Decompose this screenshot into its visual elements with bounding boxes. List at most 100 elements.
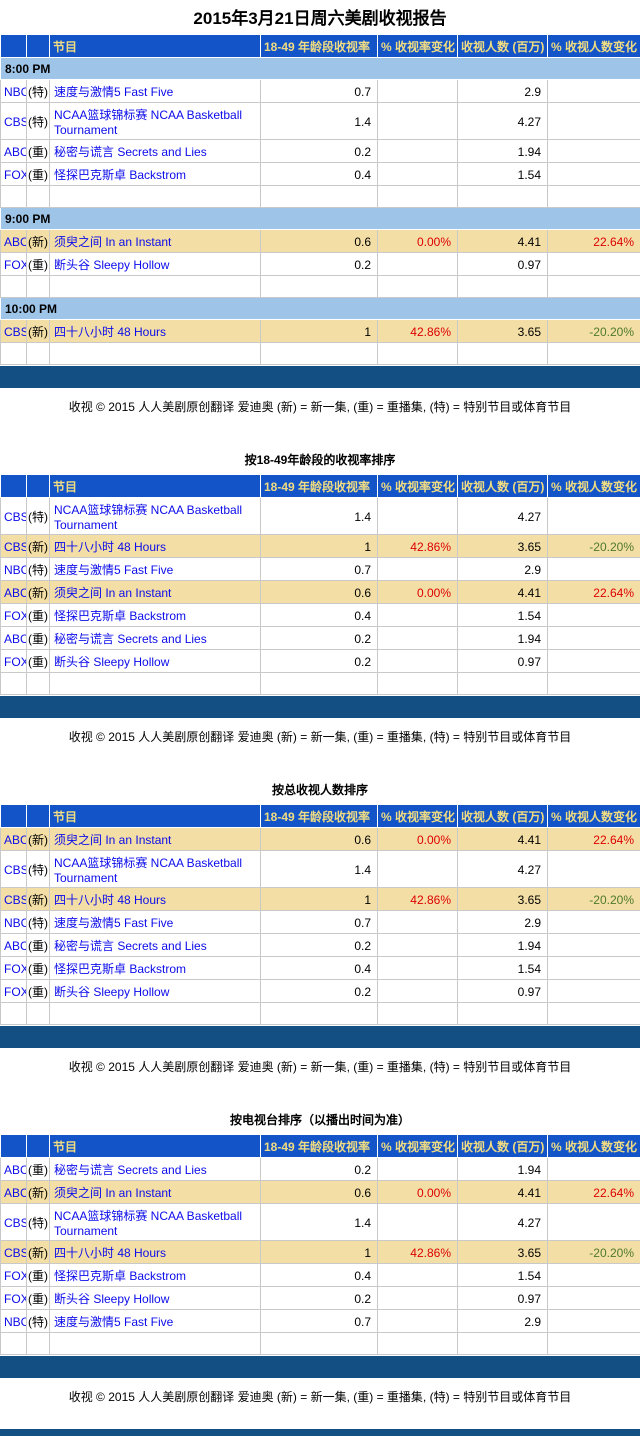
- viewers-change-cell: [548, 558, 640, 581]
- table-row: FOX(重)断头谷 Sleepy Hollow0.20.97: [1, 650, 640, 673]
- rating-cell: 0.4: [261, 1264, 378, 1287]
- rating-cell: 0.7: [261, 558, 378, 581]
- table-row: ABC(重)秘密与谎言 Secrets and Lies0.21.94: [1, 1158, 640, 1181]
- program-link[interactable]: 断头谷 Sleepy Hollow: [50, 1287, 261, 1310]
- rating-cell: 0.2: [261, 934, 378, 957]
- ratings-table-by-rating: 节目18-49 年龄段收视率% 收视率变化收视人数 (百万)% 收视人数变化CB…: [0, 474, 640, 695]
- viewers-change-cell: [548, 1310, 640, 1333]
- column-header-3: 18-49 年龄段收视率: [261, 475, 378, 498]
- viewers-change-cell: -20.20%: [548, 1241, 640, 1264]
- viewers-cell: 4.27: [458, 498, 548, 535]
- program-link[interactable]: 断头谷 Sleepy Hollow: [50, 253, 261, 276]
- table-row: NBC(特)速度与激情5 Fast Five0.72.9: [1, 1310, 640, 1333]
- program-link[interactable]: 须臾之间 In an Instant: [50, 581, 261, 604]
- network-cell: CBS: [1, 851, 27, 888]
- flag-cell: (重): [27, 1264, 50, 1287]
- rating-change-cell: [378, 1204, 458, 1241]
- program-link[interactable]: 秘密与谎言 Secrets and Lies: [50, 934, 261, 957]
- network-cell: ABC: [1, 1158, 27, 1181]
- network-cell: FOX: [1, 957, 27, 980]
- program-link[interactable]: NCAA篮球锦标赛 NCAA Basketball Tournament: [50, 1204, 261, 1241]
- column-header-4: % 收视率变化: [378, 1135, 458, 1158]
- rating-change-cell: [378, 980, 458, 1003]
- program-link[interactable]: 怪探巴克斯卓 Backstrom: [50, 1264, 261, 1287]
- rating-cell: 1.4: [261, 103, 378, 140]
- column-header-0: [1, 805, 27, 828]
- table-row: ABC(新)须臾之间 In an Instant0.60.00%4.4122.6…: [1, 230, 640, 253]
- program-link[interactable]: 须臾之间 In an Instant: [50, 828, 261, 851]
- section-by-network: 按电视台排序（以播出时间为准） 节目18-49 年龄段收视率% 收视率变化收视人…: [0, 1099, 640, 1429]
- program-link[interactable]: 怪探巴克斯卓 Backstrom: [50, 163, 261, 186]
- network-cell: FOX: [1, 1264, 27, 1287]
- network-cell: ABC: [1, 230, 27, 253]
- program-link[interactable]: 须臾之间 In an Instant: [50, 230, 261, 253]
- empty-cell: [261, 1003, 378, 1025]
- program-link[interactable]: 速度与激情5 Fast Five: [50, 80, 261, 103]
- viewers-cell: 1.54: [458, 1264, 548, 1287]
- empty-cell: [27, 186, 50, 208]
- program-link[interactable]: 四十八小时 48 Hours: [50, 320, 261, 343]
- section-title-by-rating: 按18-49年龄段的收视率排序: [0, 439, 640, 474]
- program-link[interactable]: 四十八小时 48 Hours: [50, 888, 261, 911]
- viewers-cell: 4.27: [458, 103, 548, 140]
- column-header-4: % 收视率变化: [378, 35, 458, 58]
- program-link[interactable]: 速度与激情5 Fast Five: [50, 911, 261, 934]
- rating-cell: 0.6: [261, 230, 378, 253]
- network-cell: FOX: [1, 604, 27, 627]
- network-cell: FOX: [1, 163, 27, 186]
- program-link[interactable]: 须臾之间 In an Instant: [50, 1181, 261, 1204]
- program-link[interactable]: 怪探巴克斯卓 Backstrom: [50, 604, 261, 627]
- viewers-cell: 1.94: [458, 627, 548, 650]
- rating-change-cell: [378, 911, 458, 934]
- empty-cell: [548, 1333, 640, 1355]
- column-header-2: 节目: [50, 35, 261, 58]
- column-header-4: % 收视率变化: [378, 475, 458, 498]
- network-cell: FOX: [1, 650, 27, 673]
- viewers-change-cell: [548, 103, 640, 140]
- column-header-1: [27, 475, 50, 498]
- legend-note: 收视 © 2015 人人美剧原创翻译 爱迪奥 (新) = 新一集, (重) = …: [0, 1048, 640, 1099]
- flag-cell: (重): [27, 163, 50, 186]
- program-link[interactable]: 速度与激情5 Fast Five: [50, 558, 261, 581]
- viewers-cell: 1.54: [458, 957, 548, 980]
- program-link[interactable]: 秘密与谎言 Secrets and Lies: [50, 140, 261, 163]
- time-slot-row: 10:00 PM: [1, 298, 640, 320]
- empty-row: [1, 276, 640, 298]
- network-cell: ABC: [1, 828, 27, 851]
- program-link[interactable]: 怪探巴克斯卓 Backstrom: [50, 957, 261, 980]
- table-row: ABC(新)须臾之间 In an Instant0.60.00%4.4122.6…: [1, 1181, 640, 1204]
- program-link[interactable]: NCAA篮球锦标赛 NCAA Basketball Tournament: [50, 103, 261, 140]
- network-cell: NBC: [1, 1310, 27, 1333]
- empty-cell: [458, 186, 548, 208]
- network-cell: CBS: [1, 1241, 27, 1264]
- program-link[interactable]: 四十八小时 48 Hours: [50, 1241, 261, 1264]
- program-link[interactable]: 秘密与谎言 Secrets and Lies: [50, 1158, 261, 1181]
- program-link[interactable]: 四十八小时 48 Hours: [50, 535, 261, 558]
- viewers-change-cell: 22.64%: [548, 230, 640, 253]
- column-header-1: [27, 35, 50, 58]
- viewers-change-cell: [548, 140, 640, 163]
- table-row: ABC(重)秘密与谎言 Secrets and Lies0.21.94: [1, 140, 640, 163]
- rating-cell: 1.4: [261, 1204, 378, 1241]
- empty-cell: [27, 1333, 50, 1355]
- program-link[interactable]: 秘密与谎言 Secrets and Lies: [50, 627, 261, 650]
- program-link[interactable]: 断头谷 Sleepy Hollow: [50, 980, 261, 1003]
- program-link[interactable]: 速度与激情5 Fast Five: [50, 1310, 261, 1333]
- column-header-0: [1, 475, 27, 498]
- flag-cell: (新): [27, 828, 50, 851]
- program-link[interactable]: NCAA篮球锦标赛 NCAA Basketball Tournament: [50, 498, 261, 535]
- program-link[interactable]: NCAA篮球锦标赛 NCAA Basketball Tournament: [50, 851, 261, 888]
- network-cell: CBS: [1, 1204, 27, 1241]
- legend-note: 收视 © 2015 人人美剧原创翻译 爱迪奥 (新) = 新一集, (重) = …: [0, 388, 640, 439]
- rating-change-cell: [378, 1287, 458, 1310]
- viewers-change-cell: [548, 627, 640, 650]
- program-link[interactable]: 断头谷 Sleepy Hollow: [50, 650, 261, 673]
- rating-change-cell: [378, 1158, 458, 1181]
- rating-cell: 0.7: [261, 911, 378, 934]
- network-cell: ABC: [1, 627, 27, 650]
- viewers-cell: 2.9: [458, 1310, 548, 1333]
- rating-change-cell: [378, 1310, 458, 1333]
- rating-change-cell: [378, 498, 458, 535]
- empty-cell: [548, 673, 640, 695]
- legend-note: 收视 © 2015 人人美剧原创翻译 爱迪奥 (新) = 新一集, (重) = …: [0, 718, 640, 769]
